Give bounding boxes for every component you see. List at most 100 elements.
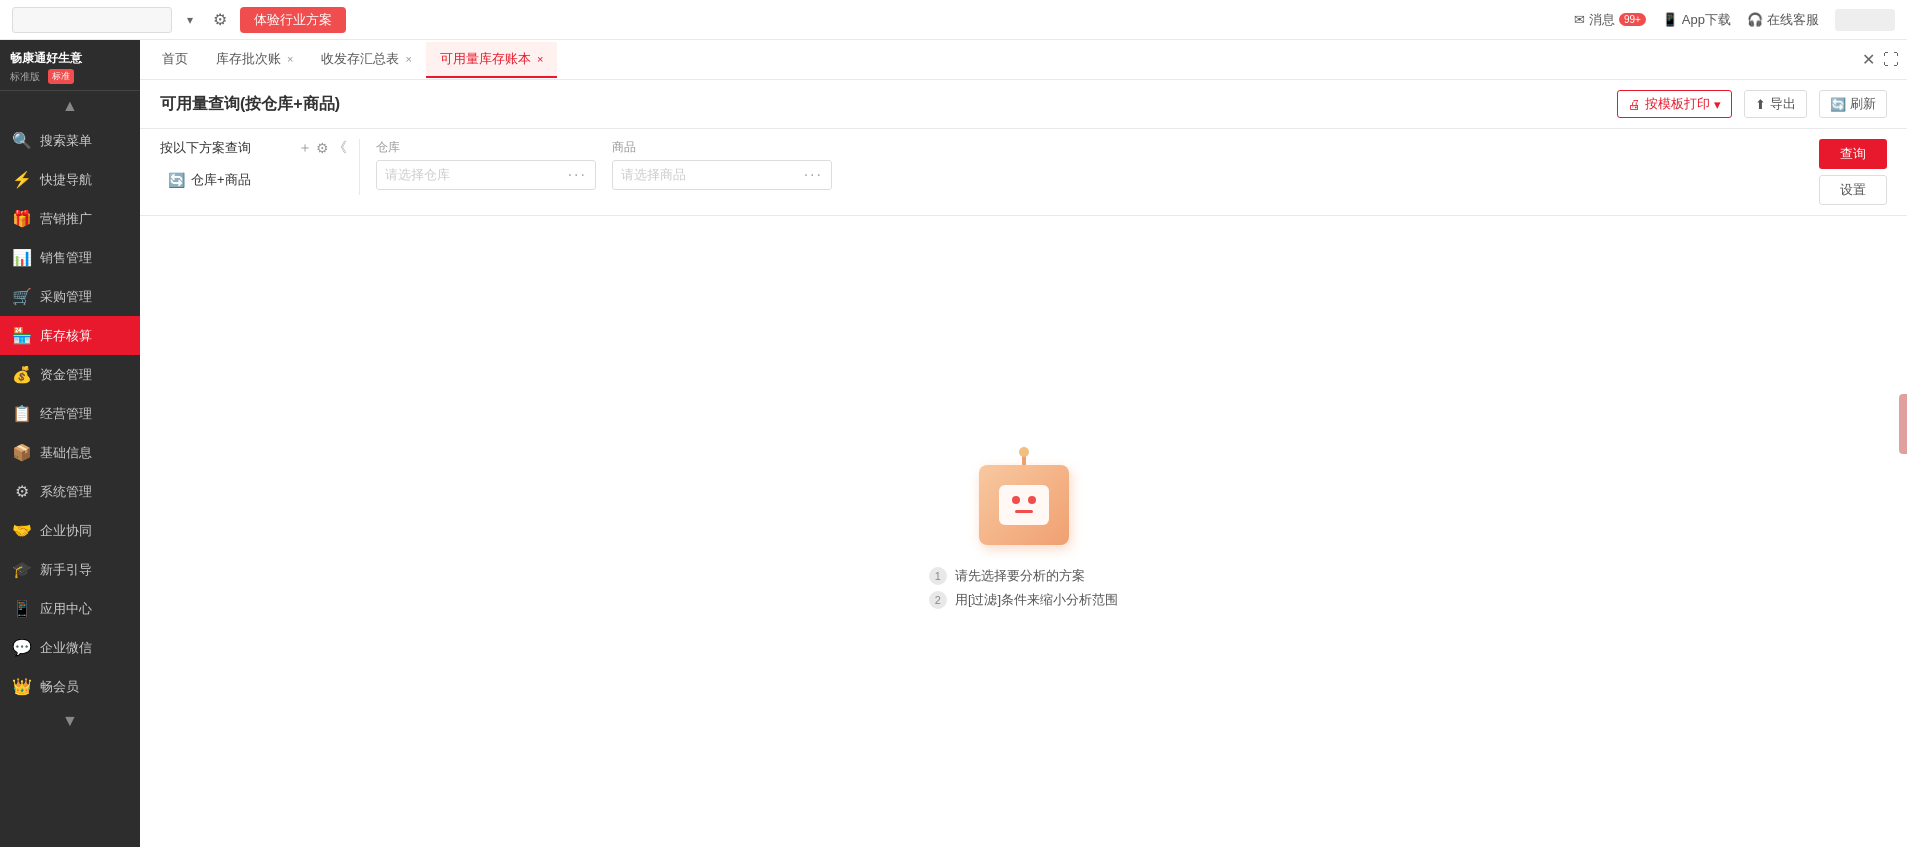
sidebar-item-finance[interactable]: 💰 资金管理: [0, 355, 140, 394]
sidebar-item-member[interactable]: 👑 畅会员: [0, 667, 140, 706]
top-search-input[interactable]: [12, 7, 172, 33]
sidebar: 畅康通好生意 标准版 标准 ▲ 🔍 搜索菜单 ⚡ 快捷导航 🎁 营销推广 📊 销…: [0, 40, 140, 847]
gear2-icon: ⚙: [12, 482, 32, 501]
dropdown-icon[interactable]: ▾: [180, 10, 200, 30]
industry-btn[interactable]: 体验行业方案: [240, 7, 346, 33]
lightning-icon: ⚡: [12, 170, 32, 189]
tab-bar: 首页 库存批次账 × 收发存汇总表 × 可用量库存账本 × ✕ ⛶: [140, 40, 1907, 80]
scroll-up-btn[interactable]: ▲: [0, 91, 140, 121]
tab-available-close[interactable]: ×: [537, 53, 543, 65]
sidebar-item-label: 系统管理: [40, 483, 92, 501]
robot-box: [979, 465, 1069, 545]
sidebar-item-marketing[interactable]: 🎁 营销推广: [0, 199, 140, 238]
sidebar-item-label: 营销推广: [40, 210, 92, 228]
scheme-warehouse-goods[interactable]: 🔄 仓库+商品: [160, 165, 347, 195]
filter-btns: 查询 设置: [1819, 139, 1887, 205]
goods-dots-btn[interactable]: ···: [804, 166, 823, 184]
box-icon: 📦: [12, 443, 32, 462]
filter-settings-btn[interactable]: 设置: [1819, 175, 1887, 205]
robot-eye-right: [1028, 496, 1036, 504]
sidebar-logo: 畅康通好生意 标准版 标准: [0, 40, 140, 91]
sidebar-item-label: 基础信息: [40, 444, 92, 462]
handshake-icon: 🤝: [12, 521, 32, 540]
customer-service-btn[interactable]: 🎧 在线客服: [1747, 11, 1819, 29]
tip-num-2: 2: [929, 591, 947, 609]
tip-num-1: 1: [929, 567, 947, 585]
goods-input[interactable]: 请选择商品 ···: [612, 160, 832, 190]
app-download-label: App下载: [1682, 11, 1731, 29]
sidebar-item-enterprise[interactable]: 🤝 企业协同: [0, 511, 140, 550]
app-download-btn[interactable]: 📱 App下载: [1662, 11, 1731, 29]
robot-eye-left: [1012, 496, 1020, 504]
sidebar-item-basic[interactable]: 📦 基础信息: [0, 433, 140, 472]
filter-scheme-title: 按以下方案查询: [160, 139, 251, 157]
tab-summary[interactable]: 收发存汇总表 ×: [307, 42, 425, 78]
sidebar-item-label: 销售管理: [40, 249, 92, 267]
expand-icon[interactable]: ⛶: [1883, 51, 1899, 69]
warehouse-field: 仓库 请选择仓库 ···: [376, 139, 596, 190]
export-icon: ⬆: [1755, 97, 1766, 112]
crown-icon: 👑: [12, 677, 32, 696]
tab-summary-close[interactable]: ×: [405, 53, 411, 65]
settings-scheme-btn[interactable]: ⚙: [316, 140, 329, 156]
sidebar-item-label: 采购管理: [40, 288, 92, 306]
sidebar-item-operation[interactable]: 📋 经营管理: [0, 394, 140, 433]
sidebar-item-sales[interactable]: 📊 销售管理: [0, 238, 140, 277]
empty-tip-2: 2 用[过滤]条件来缩小分析范围: [929, 591, 1118, 609]
page-header: 可用量查询(按仓库+商品) 🖨 按模板打印 ▾ ⬆ 导出 🔄 刷新: [140, 80, 1907, 129]
empty-tip-1: 1 请先选择要分析的方案: [929, 567, 1118, 585]
scheme-label: 仓库+商品: [191, 171, 251, 189]
sidebar-item-system[interactable]: ⚙ 系统管理: [0, 472, 140, 511]
sidebar-item-wechat[interactable]: 💬 企业微信: [0, 628, 140, 667]
sidebar-item-search[interactable]: 🔍 搜索菜单: [0, 121, 140, 160]
tab-home[interactable]: 首页: [148, 42, 202, 78]
add-scheme-btn[interactable]: ＋: [298, 139, 312, 157]
scheme-icon: 🔄: [168, 172, 185, 188]
collapse-scheme-btn[interactable]: 《: [333, 139, 347, 157]
tip-text-2: 用[过滤]条件来缩小分析范围: [955, 591, 1118, 609]
filter-scheme-actions: ＋ ⚙ 《: [298, 139, 347, 157]
headset-icon: 🎧: [1747, 12, 1763, 27]
export-btn[interactable]: ⬆ 导出: [1744, 90, 1807, 118]
robot-antenna: [1022, 451, 1026, 465]
message-btn[interactable]: ✉ 消息 99+: [1574, 11, 1646, 29]
tab-available[interactable]: 可用量库存账本 ×: [426, 42, 557, 78]
gift-icon: 🎁: [12, 209, 32, 228]
logo-sub: 标准版: [10, 70, 40, 84]
money-icon: 💰: [12, 365, 32, 384]
warehouse-dots-btn[interactable]: ···: [568, 166, 587, 184]
refresh-btn[interactable]: 🔄 刷新: [1819, 90, 1887, 118]
tip-text-1: 请先选择要分析的方案: [955, 567, 1085, 585]
scroll-down-btn[interactable]: ▼: [0, 706, 140, 736]
top-bar: ▾ ⚙ 体验行业方案 ✉ 消息 99+ 📱 App下载 🎧 在线客服: [0, 0, 1907, 40]
sidebar-item-quicknav[interactable]: ⚡ 快捷导航: [0, 160, 140, 199]
logo-title: 畅康通好生意: [10, 50, 82, 67]
warehouse-input[interactable]: 请选择仓库 ···: [376, 160, 596, 190]
sidebar-item-label: 企业微信: [40, 639, 92, 657]
tab-batch-close[interactable]: ×: [287, 53, 293, 65]
print-btn[interactable]: 🖨 按模板打印 ▾: [1617, 90, 1732, 118]
tab-home-label: 首页: [162, 50, 188, 68]
user-avatar[interactable]: [1835, 9, 1895, 31]
gear-icon[interactable]: ⚙: [208, 8, 232, 32]
tab-summary-label: 收发存汇总表: [321, 50, 399, 68]
warehouse-label: 仓库: [376, 139, 596, 156]
store-icon: 🏪: [12, 326, 32, 345]
top-bar-right: ✉ 消息 99+ 📱 App下载 🎧 在线客服: [1574, 9, 1895, 31]
goods-label: 商品: [612, 139, 832, 156]
print-dropdown-icon[interactable]: ▾: [1714, 97, 1721, 112]
tab-batch[interactable]: 库存批次账 ×: [202, 42, 307, 78]
sidebar-item-appcenter[interactable]: 📱 应用中心: [0, 589, 140, 628]
sidebar-item-inventory[interactable]: 🏪 库存核算: [0, 316, 140, 355]
sidebar-item-label: 畅会员: [40, 678, 79, 696]
message-icon: ✉: [1574, 12, 1585, 27]
query-btn[interactable]: 查询: [1819, 139, 1887, 169]
right-scrollbar[interactable]: [1899, 394, 1907, 454]
mobile-icon: 📱: [1662, 12, 1678, 27]
sidebar-item-purchase[interactable]: 🛒 采购管理: [0, 277, 140, 316]
empty-tips: 1 请先选择要分析的方案 2 用[过滤]条件来缩小分析范围: [929, 567, 1118, 609]
sidebar-item-newbie[interactable]: 🎓 新手引导: [0, 550, 140, 589]
close-all-icon[interactable]: ✕: [1862, 50, 1875, 69]
sidebar-item-label: 搜索菜单: [40, 132, 92, 150]
message-badge: 99+: [1619, 13, 1646, 26]
